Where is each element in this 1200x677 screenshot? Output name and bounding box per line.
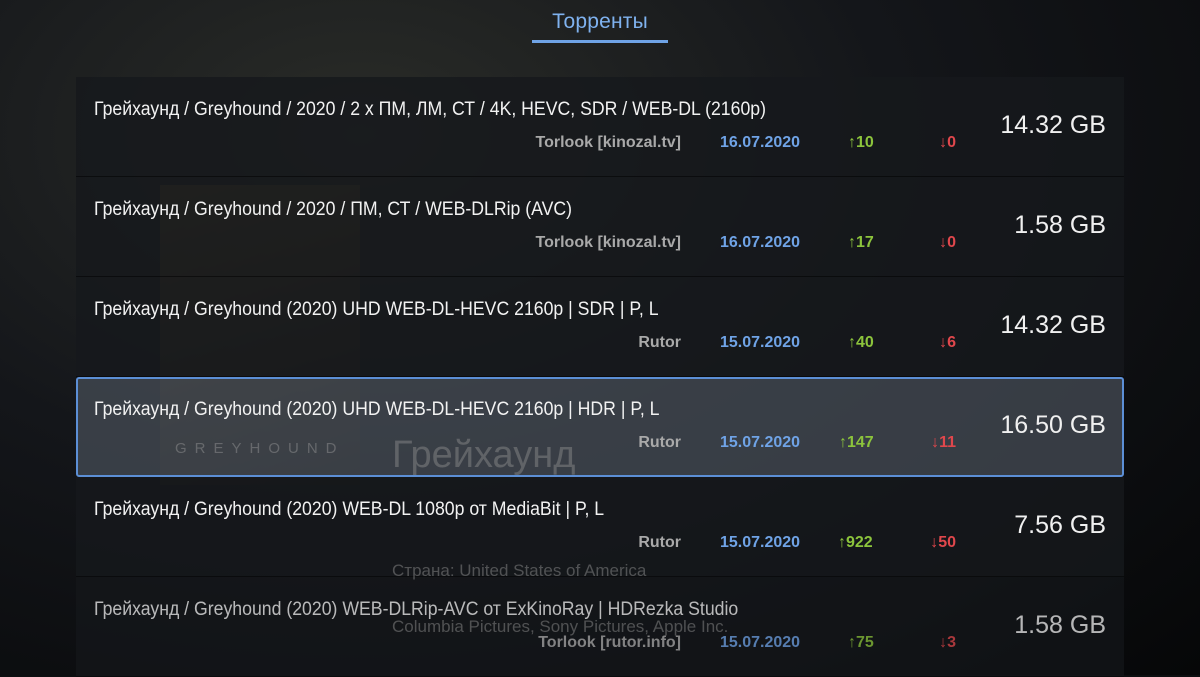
torrent-size: 14.32 GB [1000, 111, 1106, 139]
torrent-row[interactable]: Грейхаунд / Greyhound / 2020 / 2 x ПМ, Л… [76, 77, 1124, 177]
tab-torrents[interactable]: Торренты [532, 10, 668, 43]
torrent-row-selected[interactable]: Грейхаунд / Greyhound (2020) UHD WEB-DL-… [76, 377, 1124, 477]
torrent-leeches: ↓11 [931, 434, 956, 451]
torrent-source: Rutor [638, 534, 681, 551]
torrent-source: Torlook [rutor.info] [538, 634, 681, 651]
torrent-row[interactable]: Грейхаунд / Greyhound (2020) UHD WEB-DL-… [76, 277, 1124, 377]
torrent-seeds: ↑40 [848, 334, 874, 351]
torrent-seeds: ↑922 [838, 534, 873, 551]
torrent-size: 7.56 GB [1014, 511, 1106, 539]
torrent-size: 1.58 GB [1014, 611, 1106, 639]
torrent-seeds: ↑75 [848, 634, 874, 651]
torrent-date: 15.07.2020 [720, 334, 801, 351]
torrent-leeches: ↓0 [939, 234, 956, 251]
header: Торренты [0, 10, 1200, 43]
torrent-source: Rutor [638, 334, 681, 351]
torrent-row[interactable]: Грейхаунд / Greyhound (2020) WEB-DLRip-A… [76, 577, 1124, 677]
torrent-source: Torlook [kinozal.tv] [535, 234, 681, 251]
torrent-size: 16.50 GB [1000, 411, 1106, 439]
torrent-title: Грейхаунд / Greyhound (2020) UHD WEB-DL-… [94, 399, 660, 420]
torrent-seeds: ↑10 [848, 134, 874, 151]
torrent-source: Torlook [kinozal.tv] [535, 134, 681, 151]
torrent-row[interactable]: Грейхаунд / Greyhound / 2020 / ПМ, СТ / … [76, 177, 1124, 277]
torrent-date: 16.07.2020 [720, 234, 801, 251]
torrent-date: 16.07.2020 [720, 134, 801, 151]
torrent-leeches: ↓3 [939, 634, 956, 651]
torrent-title: Грейхаунд / Greyhound (2020) WEB-DL 1080… [94, 499, 605, 520]
torrent-leeches: ↓6 [939, 334, 956, 351]
torrent-list: Грейхаунд / Greyhound / 2020 / 2 x ПМ, Л… [76, 77, 1124, 677]
torrent-title: Грейхаунд / Greyhound (2020) WEB-DLRip-A… [94, 599, 739, 620]
torrent-size: 14.32 GB [1000, 311, 1106, 339]
torrent-title: Грейхаунд / Greyhound / 2020 / ПМ, СТ / … [94, 199, 573, 220]
torrent-source: Rutor [638, 434, 681, 451]
torrent-seeds: ↑147 [839, 434, 874, 451]
torrent-date: 15.07.2020 [720, 534, 801, 551]
torrent-size: 1.58 GB [1014, 211, 1106, 239]
torrent-date: 15.07.2020 [720, 634, 801, 651]
torrent-seeds: ↑17 [848, 234, 874, 251]
torrent-row[interactable]: Грейхаунд / Greyhound (2020) WEB-DL 1080… [76, 477, 1124, 577]
torrent-leeches: ↓50 [930, 534, 956, 551]
torrent-date: 15.07.2020 [720, 434, 801, 451]
torrent-title: Грейхаунд / Greyhound / 2020 / 2 x ПМ, Л… [94, 99, 766, 120]
torrent-title: Грейхаунд / Greyhound (2020) UHD WEB-DL-… [94, 299, 659, 320]
torrent-leeches: ↓0 [939, 134, 956, 151]
